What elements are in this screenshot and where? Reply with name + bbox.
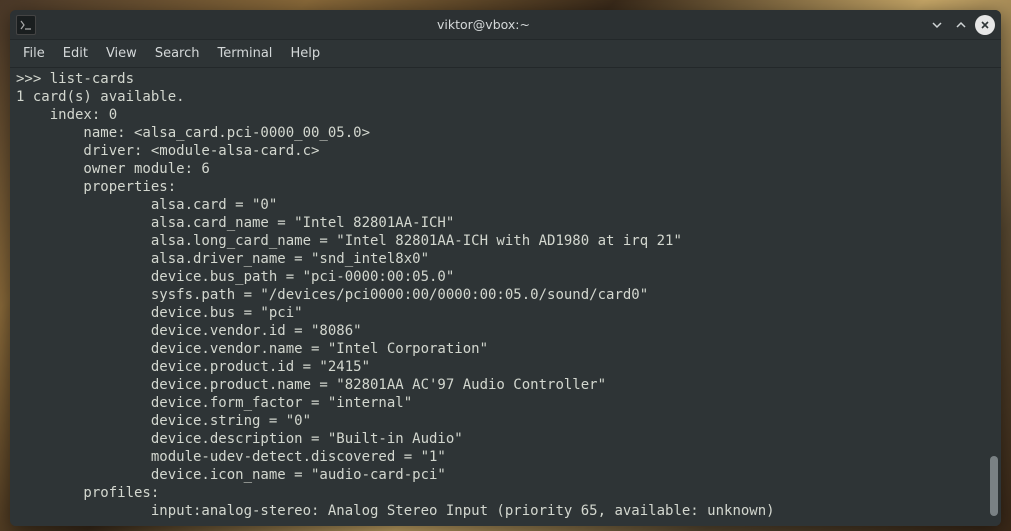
terminal-viewport: >>> list-cards 1 card(s) available. inde…	[10, 68, 1001, 526]
menubar: File Edit View Search Terminal Help	[10, 40, 1001, 68]
minimize-button[interactable]	[927, 15, 947, 35]
titlebar: viktor@vbox:~	[10, 10, 1001, 40]
close-button[interactable]	[975, 15, 995, 35]
terminal-window: viktor@vbox:~ File Edit View Search Term…	[10, 10, 1001, 526]
menu-search[interactable]: Search	[146, 42, 209, 65]
terminal-content[interactable]: >>> list-cards 1 card(s) available. inde…	[10, 68, 1001, 526]
menu-view[interactable]: View	[97, 42, 146, 65]
scrollbar-track	[990, 68, 998, 526]
terminal-app-icon	[16, 15, 36, 35]
menu-terminal[interactable]: Terminal	[208, 42, 281, 65]
menu-help[interactable]: Help	[281, 42, 329, 65]
maximize-button[interactable]	[951, 15, 971, 35]
menu-file[interactable]: File	[14, 42, 54, 65]
menu-edit[interactable]: Edit	[54, 42, 97, 65]
scrollbar-thumb[interactable]	[990, 456, 998, 516]
window-title: viktor@vbox:~	[44, 17, 923, 32]
